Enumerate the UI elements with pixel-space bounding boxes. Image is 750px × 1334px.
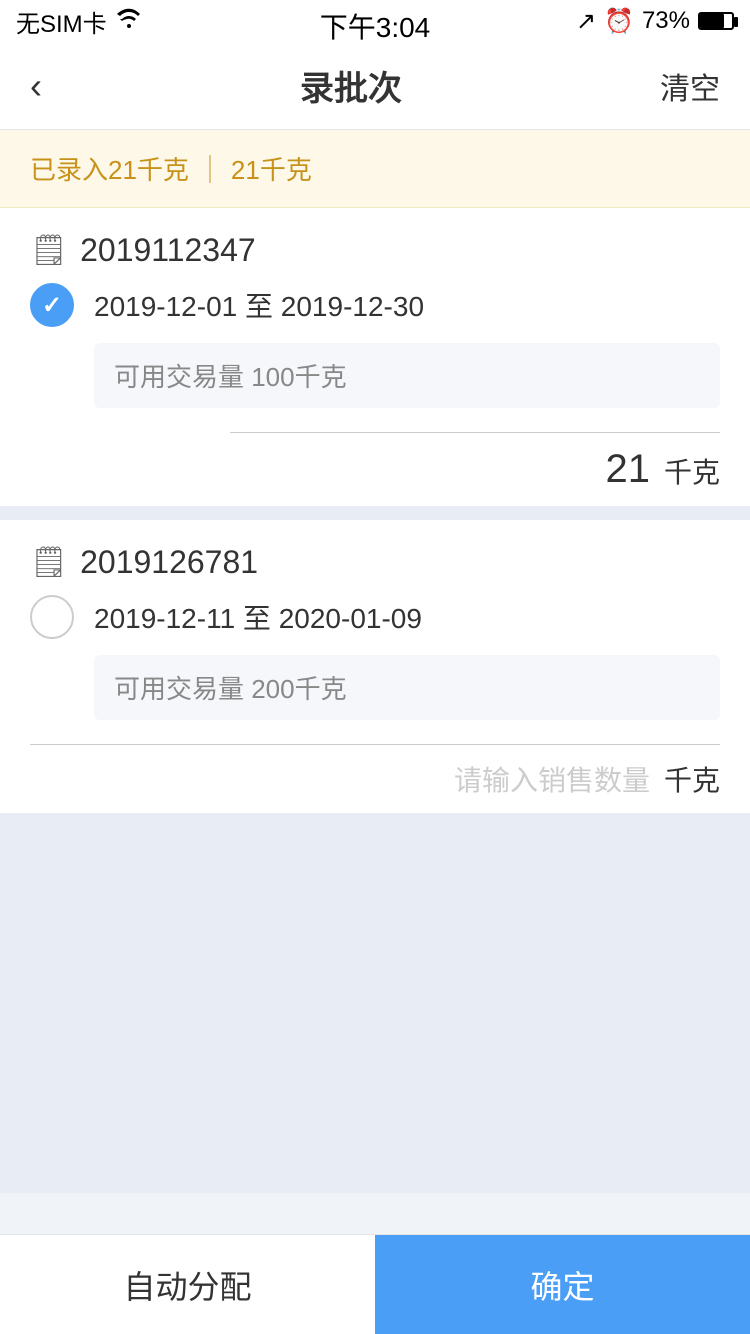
radio-2[interactable] — [30, 595, 74, 639]
batch-header-2: 🗒 2019126781 — [30, 544, 720, 581]
status-left: 无SIM卡 — [16, 4, 143, 39]
status-bar: 无SIM卡 下午3:04 ↗ ⏰ 73% — [0, 0, 750, 42]
input-unit-2: 千克 — [664, 759, 720, 799]
amount-unit-1: 千克 — [664, 451, 720, 491]
amount-row-1: 21 千克 — [30, 433, 720, 506]
batch-date-2: 2019-12-11 至 2020-01-09 — [94, 597, 422, 637]
page-content: 已录入21千克 21千克 🗒 2019112347 2019-12-01 至 2… — [0, 130, 750, 1293]
status-right: ↗ ⏰ 73% — [576, 7, 734, 36]
amount-section-1: 21 千克 — [0, 432, 750, 506]
amount-value-1: 21 — [605, 447, 650, 492]
batch-avail-2: 可用交易量 200千克 — [94, 655, 720, 720]
batch-avail-text-1: 可用交易量 100千克 — [114, 362, 347, 392]
back-button[interactable]: ‹ — [30, 65, 42, 107]
confirm-button[interactable]: 确定 — [375, 1235, 750, 1334]
total-label: 21千克 — [231, 150, 312, 187]
batch-avail-1: 可用交易量 100千克 — [94, 343, 720, 408]
clear-button[interactable]: 清空 — [660, 64, 720, 108]
alarm-icon: ⏰ — [604, 7, 634, 36]
auto-distribute-button[interactable]: 自动分配 — [0, 1235, 375, 1334]
input-row-2: 请输入销售数量 千克 — [30, 745, 720, 813]
batch-id-1: 2019112347 — [80, 232, 256, 269]
batch-date-1: 2019-12-01 至 2019-12-30 — [94, 285, 424, 325]
no-sim-text: 无SIM卡 — [16, 4, 107, 39]
battery-text: 73% — [642, 7, 690, 35]
input-section-2: 请输入销售数量 千克 — [0, 744, 750, 813]
battery-icon — [698, 12, 734, 30]
location-icon: ↗ — [576, 7, 596, 36]
batch-avail-text-2: 可用交易量 200千克 — [114, 674, 347, 704]
batch-row-2[interactable]: 2019-12-11 至 2020-01-09 — [30, 595, 720, 639]
recorded-label: 已录入21千克 — [30, 150, 189, 187]
radio-1[interactable] — [30, 283, 74, 327]
batch-id-2: 2019126781 — [80, 544, 258, 581]
batch-row-1[interactable]: 2019-12-01 至 2019-12-30 — [30, 283, 720, 327]
batch-item-2: 🗒 2019126781 2019-12-11 至 2020-01-09 可用交… — [0, 520, 750, 744]
doc-icon-2: 🗒 — [30, 545, 68, 580]
input-placeholder-2[interactable]: 请输入销售数量 — [454, 759, 650, 799]
nav-bar: ‹ 录批次 清空 — [0, 42, 750, 130]
batch-item-1: 🗒 2019112347 2019-12-01 至 2019-12-30 可用交… — [0, 208, 750, 432]
wifi-icon — [115, 7, 143, 35]
info-banner: 已录入21千克 21千克 — [0, 130, 750, 208]
gray-divider-1 — [0, 506, 750, 520]
bottom-bar: 自动分配 确定 — [0, 1234, 750, 1334]
doc-icon-1: 🗒 — [30, 233, 68, 268]
page-title: 录批次 — [300, 61, 402, 110]
info-divider — [209, 155, 211, 183]
batch-header-1: 🗒 2019112347 — [30, 232, 720, 269]
status-time: 下午3:04 — [320, 6, 431, 46]
large-gray-area — [0, 813, 750, 1193]
